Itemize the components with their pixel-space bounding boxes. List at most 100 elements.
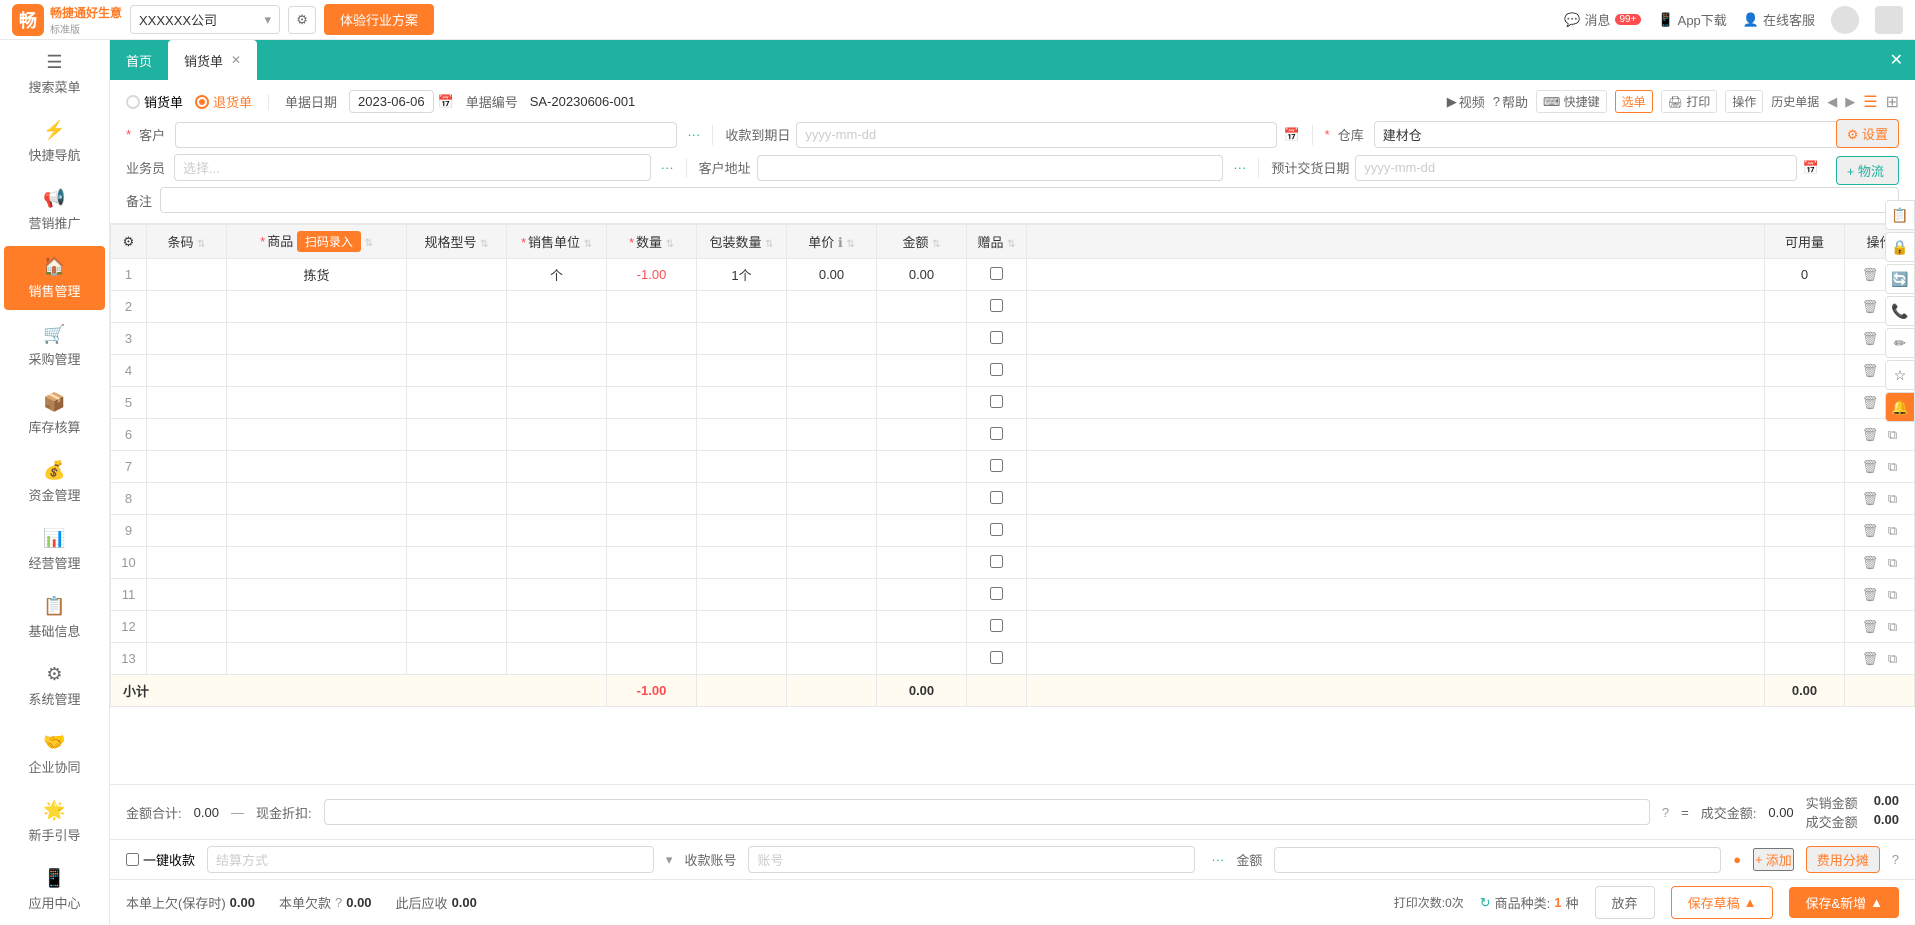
select-order-btn[interactable]: 选单 xyxy=(1615,90,1653,113)
settlement-arrow-icon[interactable]: ▾ xyxy=(666,852,673,868)
flow-button[interactable]: + 物流 xyxy=(1836,156,1899,185)
tab-close-icon[interactable]: ✕ xyxy=(231,53,241,67)
gift-checkbox[interactable] xyxy=(990,267,1003,280)
settings-button[interactable]: ⚙ 设置 xyxy=(1836,119,1899,148)
online-service-btn[interactable]: 👤 在线客服 xyxy=(1743,10,1815,29)
gift-checkbox[interactable] xyxy=(990,523,1003,536)
calendar-icon[interactable]: 📅 xyxy=(438,94,454,110)
sort-gift-icon[interactable]: ⇅ xyxy=(1007,239,1015,250)
settlement-method-input[interactable]: 结算方式 xyxy=(207,846,654,873)
account-more-icon[interactable]: ··· xyxy=(1211,852,1224,867)
gift-checkbox[interactable] xyxy=(990,459,1003,472)
date-value[interactable]: 2023-06-06 xyxy=(349,90,434,113)
sort-pack-qty-icon[interactable]: ⇅ xyxy=(765,239,773,250)
gift-checkbox[interactable] xyxy=(990,363,1003,376)
nav-prev-icon[interactable]: ◀ xyxy=(1827,94,1837,110)
price-info-icon[interactable]: ℹ xyxy=(838,235,843,250)
delete-icon[interactable]: 🗑 xyxy=(1862,459,1879,474)
history-btn[interactable]: 历史单据 xyxy=(1771,93,1819,110)
payment-calendar-icon[interactable]: 📅 xyxy=(1283,127,1299,143)
operate-btn[interactable]: 操作 xyxy=(1725,90,1763,113)
sort-spec-icon[interactable]: ⇅ xyxy=(480,239,488,250)
notes-input[interactable] xyxy=(160,187,1899,213)
cash-discount-input[interactable] xyxy=(324,799,1650,825)
gift-checkbox[interactable] xyxy=(990,395,1003,408)
copy-icon[interactable]: ⧉ xyxy=(1888,651,1897,666)
float-refresh-icon[interactable]: 🔄 xyxy=(1885,264,1915,294)
sidebar-item-sales[interactable]: 🏠 销售管理 xyxy=(4,246,105,310)
sort-qty-icon[interactable]: ⇅ xyxy=(666,239,674,250)
delete-icon[interactable]: 🗑 xyxy=(1862,491,1879,506)
warehouse-input[interactable]: 建材仓 xyxy=(1374,121,1876,148)
gift-checkbox[interactable] xyxy=(990,299,1003,312)
message-btn[interactable]: 💬 消息 99+ xyxy=(1564,10,1641,29)
gift-checkbox[interactable] xyxy=(990,427,1003,440)
nav-next-icon[interactable]: ▶ xyxy=(1845,94,1855,110)
sidebar-item-inventory[interactable]: 📦 库存核算 xyxy=(4,382,105,446)
float-lock-icon[interactable]: 🔒 xyxy=(1885,232,1915,262)
delete-icon[interactable]: 🗑 xyxy=(1862,555,1879,570)
sidebar-item-appstore[interactable]: 📱 应用中心 xyxy=(4,858,105,922)
company-select[interactable]: XXXXXX公司 ▾ xyxy=(130,5,280,34)
delete-icon[interactable]: 🗑 xyxy=(1862,427,1879,442)
sidebar-item-system[interactable]: ⚙ 系统管理 xyxy=(4,654,105,718)
delete-icon[interactable]: 🗑 xyxy=(1862,299,1879,314)
save-new-button[interactable]: 保存&新增 ▲ xyxy=(1789,887,1899,918)
one-click-checkbox[interactable] xyxy=(126,853,139,866)
tab-home[interactable]: 首页 xyxy=(110,40,168,80)
sort-price-icon[interactable]: ⇅ xyxy=(846,239,854,250)
delete-icon[interactable]: 🗑 xyxy=(1862,523,1879,538)
settings-icon[interactable]: ⚙ xyxy=(288,6,316,34)
addr-more-icon[interactable]: ··· xyxy=(1233,160,1246,175)
salesperson-more-icon[interactable]: ··· xyxy=(661,160,674,175)
scan-btn[interactable]: 扫码录入 xyxy=(297,231,361,252)
sidebar-item-finance[interactable]: 💰 资金管理 xyxy=(4,450,105,514)
sidebar-item-business[interactable]: 📊 经营管理 xyxy=(4,518,105,582)
sort-goods-icon[interactable]: ⇅ xyxy=(364,238,372,249)
fee-split-btn[interactable]: 费用分摊 xyxy=(1806,846,1880,873)
view-grid-icon[interactable]: ⊞ xyxy=(1886,92,1899,112)
tab-bar-close-icon[interactable]: ✕ xyxy=(1878,50,1915,70)
copy-icon[interactable]: ⧉ xyxy=(1888,459,1897,474)
app-download-btn[interactable]: 📱 App下载 xyxy=(1657,10,1726,29)
sidebar-item-search[interactable]: ☰ 搜索菜单 xyxy=(4,42,105,106)
save-draft-button[interactable]: 保存草稿 ▲ xyxy=(1671,886,1774,919)
float-alert-icon[interactable]: 🔔 xyxy=(1885,392,1915,422)
float-star-icon[interactable]: ☆ xyxy=(1885,360,1915,390)
gift-checkbox[interactable] xyxy=(990,587,1003,600)
delete-icon[interactable]: 🗑 xyxy=(1862,587,1879,602)
add-payment-icon[interactable]: ● xyxy=(1733,852,1741,867)
avatar[interactable] xyxy=(1831,6,1859,34)
sort-amount-icon[interactable]: ⇅ xyxy=(932,239,940,250)
float-clipboard-icon[interactable]: 📋 xyxy=(1885,200,1915,230)
customer-addr-input[interactable] xyxy=(757,155,1224,181)
delete-icon[interactable]: 🗑 xyxy=(1862,651,1879,666)
tab-sales-order[interactable]: 销货单 ✕ xyxy=(168,40,257,80)
gift-checkbox[interactable] xyxy=(990,555,1003,568)
sidebar-item-purchase[interactable]: 🛒 采购管理 xyxy=(4,314,105,378)
float-edit-icon[interactable]: ✏ xyxy=(1885,328,1915,358)
add-payment-btn[interactable]: + 添加 xyxy=(1753,848,1794,871)
copy-icon[interactable]: ⧉ xyxy=(1888,523,1897,538)
sidebar-item-quick-nav[interactable]: ⚡ 快捷导航 xyxy=(4,110,105,174)
question-icon[interactable]: ? xyxy=(1662,805,1669,820)
view-list-icon[interactable]: ☰ xyxy=(1863,92,1877,112)
table-settings-icon[interactable]: ⚙ xyxy=(123,234,135,249)
abandon-button[interactable]: 放弃 xyxy=(1595,886,1655,919)
fee-question-icon[interactable]: ? xyxy=(1892,852,1899,867)
radio-return[interactable]: 退货单 xyxy=(195,92,252,111)
help-btn[interactable]: ? 帮助 xyxy=(1493,92,1528,111)
customer-more-icon[interactable]: ··· xyxy=(687,127,700,142)
float-phone-icon[interactable]: 📞 xyxy=(1885,296,1915,326)
user-settings-icon[interactable] xyxy=(1875,6,1903,34)
th-settings[interactable]: ⚙ xyxy=(111,225,147,259)
copy-icon[interactable]: ⧉ xyxy=(1888,555,1897,570)
copy-icon[interactable]: ⧉ xyxy=(1888,427,1897,442)
payment-amount-input[interactable] xyxy=(1274,847,1721,873)
expected-date-input[interactable]: yyyy-mm-dd xyxy=(1355,155,1796,181)
sidebar-item-base[interactable]: 📋 基础信息 xyxy=(4,586,105,650)
delete-icon[interactable]: 🗑 xyxy=(1862,267,1879,282)
gift-checkbox[interactable] xyxy=(990,619,1003,632)
copy-icon[interactable]: ⧉ xyxy=(1888,491,1897,506)
radio-sales[interactable]: 销货单 xyxy=(126,92,183,111)
